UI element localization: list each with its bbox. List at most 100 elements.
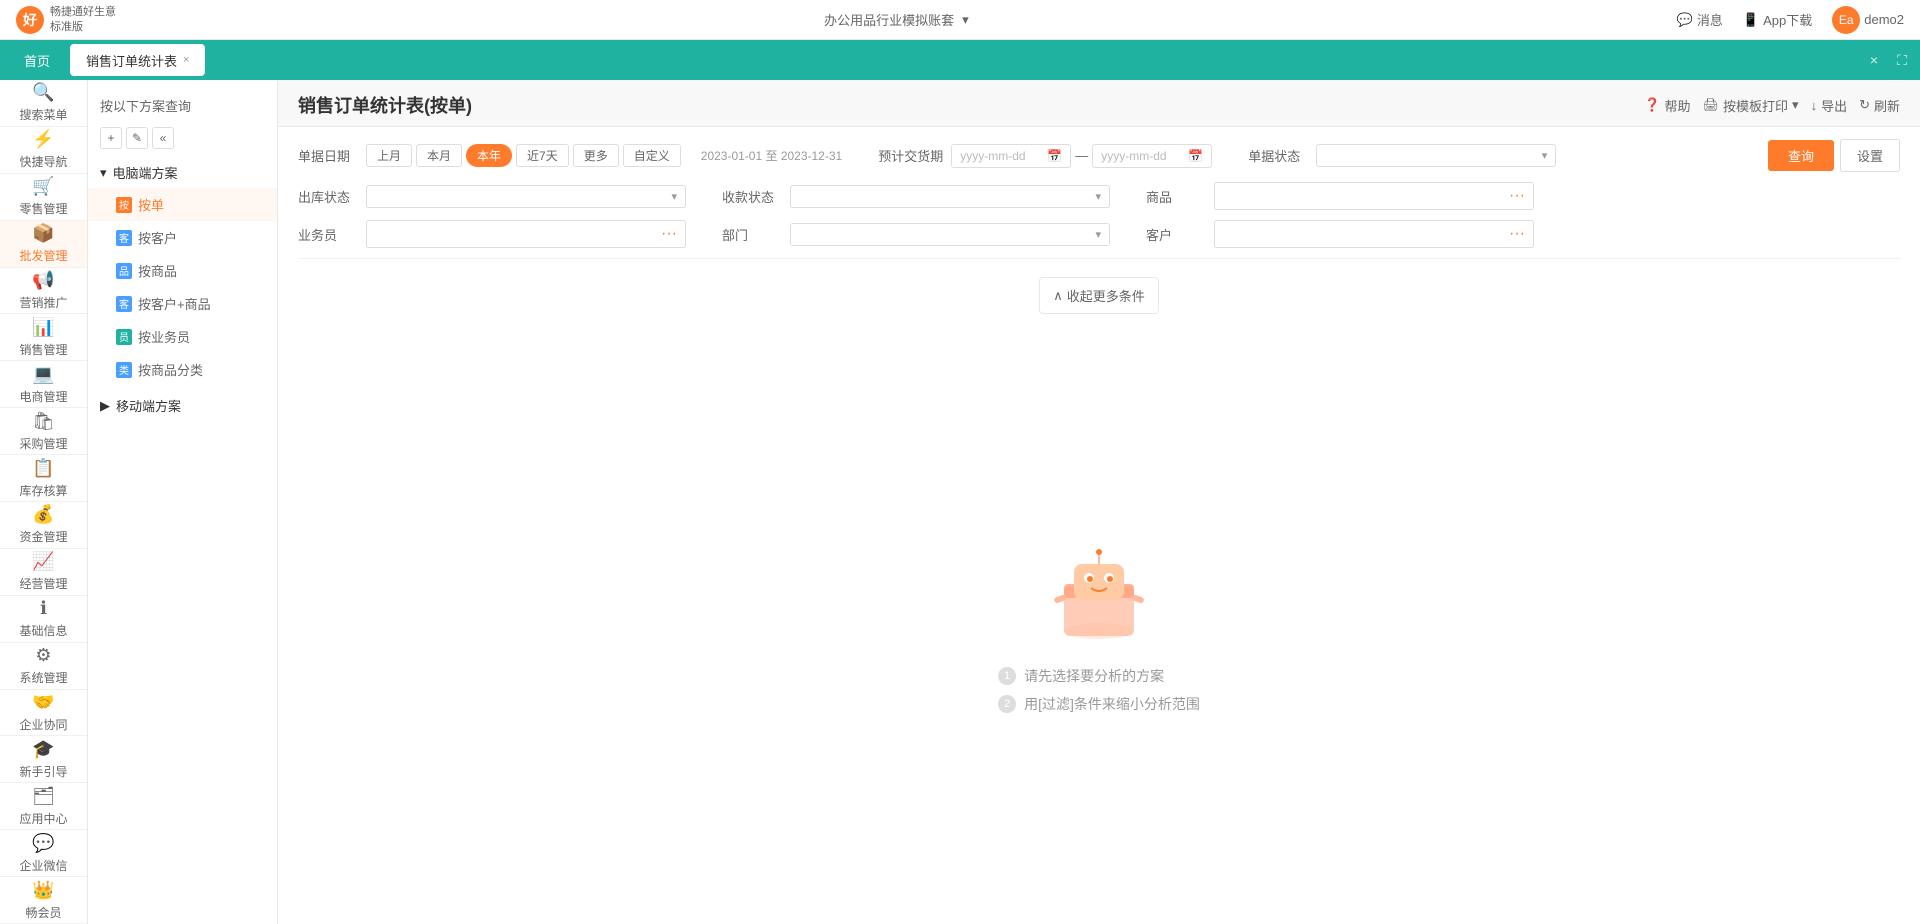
print-btn[interactable]: 🖨 按模板打印 ▾	[1703, 96, 1799, 115]
sidebar-item-appstore[interactable]: 🗂 应用中心	[0, 783, 87, 830]
by-customer-icon: 客	[116, 230, 132, 246]
sidebar-item-wechat[interactable]: 💬 企业微信	[0, 830, 87, 877]
customer-item: 客户 ···	[1146, 220, 1534, 248]
tab-home-label: 首页	[24, 51, 50, 70]
maximize-btn[interactable]: ⛶	[1892, 50, 1912, 70]
sidebar-item-inventory[interactable]: 📋 库存核算	[0, 455, 87, 502]
help-btn[interactable]: ❓ 帮助	[1644, 96, 1690, 115]
date-separator: —	[1075, 148, 1088, 163]
product-select[interactable]: ···	[1214, 182, 1534, 210]
company-name: 办公用品行业模拟账套	[824, 10, 954, 29]
empty-hint-1: 1 请先选择要分析的方案	[998, 666, 1200, 686]
sidebar-system-label: 系统管理	[19, 669, 67, 686]
sidebar-item-wholesale[interactable]: 📦 批发管理	[0, 221, 87, 268]
salesperson-more-dots[interactable]: ···	[661, 225, 677, 243]
out-status-select[interactable]: ▾	[366, 185, 686, 208]
sidebar-item-sales[interactable]: 📊 销售管理	[0, 314, 87, 361]
desktop-schemes-header[interactable]: ▾ 电脑端方案	[88, 157, 277, 188]
empty-hint-2: 2 用[过滤]条件来缩小分析范围	[998, 694, 1200, 714]
department-select[interactable]: ▾	[790, 223, 1110, 246]
date-btn-7days[interactable]: 近7天	[516, 144, 569, 167]
tab-close-icon[interactable]: ×	[183, 54, 189, 66]
print-arrow: ▾	[1792, 97, 1799, 113]
date-btn-more[interactable]: 更多	[573, 144, 619, 167]
sidebar-wechat-label: 企业微信	[19, 857, 67, 874]
ecommerce-icon: 💻	[32, 364, 54, 385]
sidebar-appstore-label: 应用中心	[19, 810, 67, 827]
tab-home[interactable]: 首页	[8, 44, 66, 76]
setting-btn[interactable]: 设置	[1840, 139, 1900, 172]
mobile-schemes-header[interactable]: ▶ 移动端方案	[88, 390, 277, 421]
sidebar-item-quick-nav[interactable]: ⚡ 快捷导航	[0, 127, 87, 174]
sidebar-item-enterprise[interactable]: 🤝 企业协同	[0, 690, 87, 737]
edit-scheme-btn[interactable]: ✎	[126, 127, 148, 149]
top-bar-left: 好 畅捷通好生意 标准版	[16, 5, 116, 34]
tab-sales-order[interactable]: 销售订单统计表 ×	[70, 44, 205, 76]
menu-item-by-category-label: 按商品分类	[138, 360, 203, 379]
sidebar-item-retail[interactable]: 🛒 零售管理	[0, 174, 87, 221]
menu-item-by-customer-product[interactable]: 客 按客户+商品	[88, 287, 277, 320]
sidebar-item-search[interactable]: 🔍 搜索菜单	[0, 80, 87, 127]
by-category-icon: 类	[116, 362, 132, 378]
message-btn[interactable]: 💬 消息	[1677, 10, 1723, 29]
date-btn-custom[interactable]: 自定义	[623, 144, 681, 167]
status-select[interactable]: ▾	[1316, 144, 1556, 167]
edit-icon: ✎	[132, 131, 142, 145]
payment-status-arrow: ▾	[1095, 190, 1101, 203]
department-arrow: ▾	[1095, 228, 1101, 241]
sidebar-item-member[interactable]: 👑 畅会员	[0, 877, 87, 924]
sidebar-quick-nav-label: 快捷导航	[19, 153, 67, 170]
sidebar-item-basic[interactable]: ℹ 基础信息	[0, 596, 87, 643]
left-panel-header-label: 按以下方案查询	[100, 96, 191, 115]
product-more-dots[interactable]: ···	[1509, 187, 1525, 205]
date-btn-last-month[interactable]: 上月	[366, 144, 412, 167]
salesperson-select[interactable]: ···	[366, 220, 686, 248]
logo-area: 好 畅捷通好生意 标准版	[16, 5, 116, 34]
expected-date-label: 预计交货期	[878, 146, 943, 165]
mobile-schemes-section: ▶ 移动端方案	[88, 390, 277, 421]
customer-select[interactable]: ···	[1214, 220, 1534, 248]
sidebar-item-purchase[interactable]: 🛍 采购管理	[0, 408, 87, 455]
mobile-section-arrow: ▶	[100, 398, 110, 414]
sidebar-item-finance[interactable]: 💰 资金管理	[0, 502, 87, 549]
expected-date-end[interactable]: yyyy-mm-dd 📅	[1092, 144, 1212, 168]
export-btn[interactable]: ↓ 导出	[1811, 96, 1848, 115]
filter-area: 单据日期 上月 本月 本年 近7天 更多 自定义 2023-01-01 至 20…	[278, 127, 1920, 336]
export-label: 导出	[1821, 96, 1847, 115]
avatar: Ea	[1832, 6, 1860, 34]
quick-nav-icon: ⚡	[32, 129, 54, 150]
out-status-label: 出库状态	[298, 187, 358, 206]
department-item: 部门 ▾	[722, 223, 1110, 246]
refresh-btn[interactable]: ↻ 刷新	[1859, 96, 1900, 115]
sidebar-item-operation[interactable]: 📈 经营管理	[0, 549, 87, 596]
collapse-conditions-btn[interactable]: ∧ 收起更多条件	[1039, 277, 1159, 314]
date-btn-this-month[interactable]: 本月	[416, 144, 462, 167]
minimize-btn[interactable]: ×	[1864, 50, 1884, 70]
sidebar-item-marketing[interactable]: 📢 营销推广	[0, 268, 87, 315]
wholesale-icon: 📦	[32, 223, 54, 244]
sidebar-item-ecommerce[interactable]: 💻 电商管理	[0, 361, 87, 408]
menu-item-by-order[interactable]: 按 按单	[88, 188, 277, 221]
expected-date-start[interactable]: yyyy-mm-dd 📅	[951, 144, 1071, 168]
status-dropdown-arrow: ▾	[1542, 149, 1548, 162]
date-btn-this-year[interactable]: 本年	[466, 144, 512, 167]
app-download-btn[interactable]: 📱 App下载	[1743, 10, 1812, 29]
sidebar-item-newbie[interactable]: 🎓 新手引导	[0, 736, 87, 783]
collapse-panel-btn[interactable]: «	[152, 127, 174, 149]
add-scheme-btn[interactable]: +	[100, 127, 122, 149]
menu-item-by-customer[interactable]: 客 按客户	[88, 221, 277, 254]
expected-date-filter: 预计交货期 yyyy-mm-dd 📅 — yyyy-mm-dd 📅	[878, 144, 1212, 168]
menu-item-by-salesperson[interactable]: 员 按业务员	[88, 320, 277, 353]
menu-item-by-product[interactable]: 品 按商品	[88, 254, 277, 287]
sidebar-item-system[interactable]: ⚙ 系统管理	[0, 643, 87, 690]
menu-item-by-category[interactable]: 类 按商品分类	[88, 353, 277, 386]
by-order-icon: 按	[116, 197, 132, 213]
query-btn[interactable]: 查询	[1768, 140, 1834, 171]
customer-more-dots[interactable]: ···	[1509, 225, 1525, 243]
company-dropdown-arrow[interactable]: ▾	[962, 12, 969, 28]
sidebar-finance-label: 资金管理	[19, 528, 67, 545]
system-icon: ⚙	[35, 645, 51, 666]
payment-status-select[interactable]: ▾	[790, 185, 1110, 208]
by-product-icon: 品	[116, 263, 132, 279]
user-info[interactable]: Ea demo2	[1832, 6, 1904, 34]
